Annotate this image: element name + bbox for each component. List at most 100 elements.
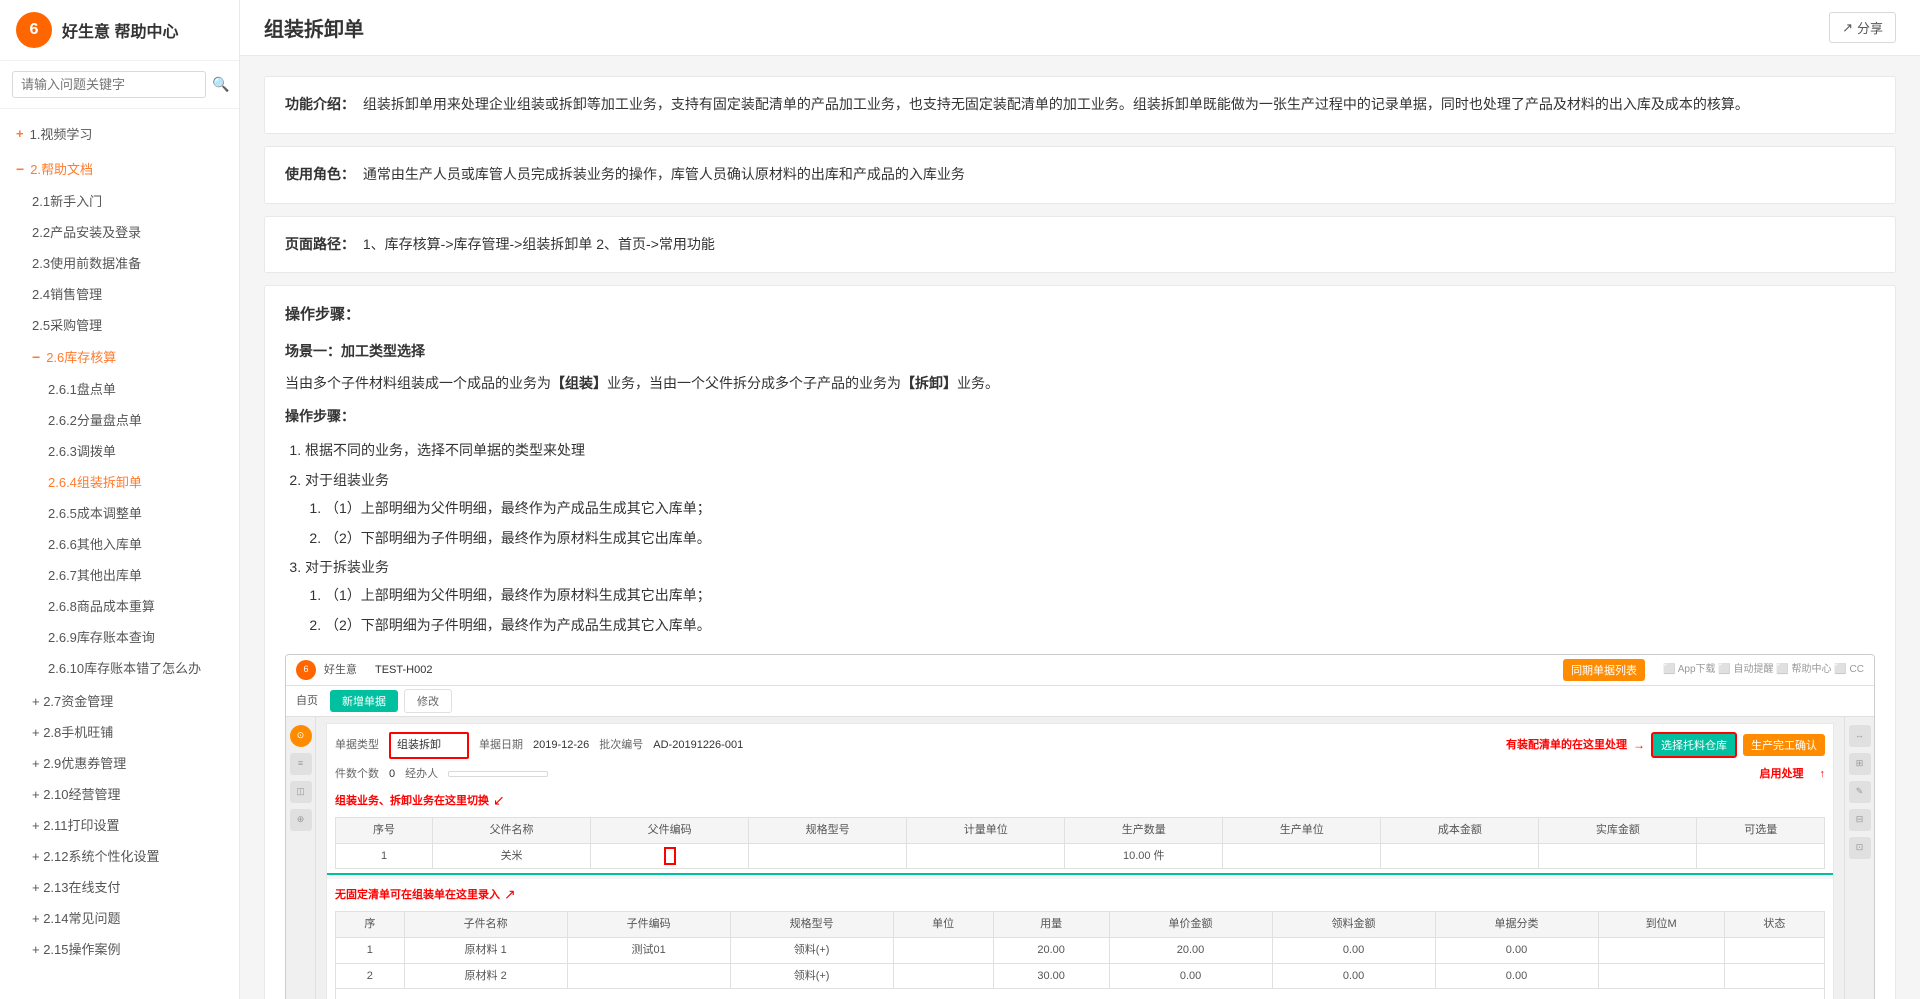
annotation2-text: 组装业务、拆卸业务在这里切换	[335, 792, 489, 811]
path-text: 1、库存核算->库存管理->组装拆卸单 2、首页->常用功能	[363, 236, 715, 252]
ss-lower-row-3	[336, 989, 1825, 999]
sidebar-item-2-6-3[interactable]: 2.6.3调拨单	[0, 435, 239, 466]
step2-sub-1: （1）上部明细为父件明细，最终作为产成品生成其它入库单；	[325, 497, 1875, 521]
ss-th-prod-qty: 生产数量	[1065, 818, 1223, 844]
operations-section: 操作步骤： 场景一：加工类型选择 当由多个子件材料组装成一个成品的业务为【组装】…	[264, 285, 1896, 999]
ss-lower-table: 序 子件名称 子件编码 规格型号 单位 用量 单价金额 领料金额	[335, 911, 1825, 999]
sidebar-item-2-6-9[interactable]: 2.6.9库存账本查询	[0, 621, 239, 652]
ss-th-actual: 实库金额	[1539, 818, 1697, 844]
step-3: 对于拆装业务 （1）上部明细为父件明细，最终作为原材料生成其它出库单； （2）下…	[305, 556, 1875, 637]
ss-upper-table: 序号 父件名称 父件编码 规格型号 计量单位 生产数量 生产单位 成本金额	[335, 817, 1825, 869]
ss-date-value: 2019-12-26	[533, 736, 589, 755]
search-box: 🔍	[0, 61, 239, 109]
topbar: 组装拆卸单 ↗ 分享	[240, 0, 1920, 56]
scenario-desc: 当由多个子件材料组装成一个成品的业务为【组装】业务，当由一个父件拆分成多个子产品…	[285, 372, 1875, 396]
sidebar-item-docs[interactable]: − 2.帮助文档	[0, 152, 239, 185]
step2-sub-2: （2）下部明细为子件明细，最终作为原材料生成其它出库单。	[325, 527, 1875, 551]
share-button[interactable]: ↗ 分享	[1829, 12, 1896, 43]
ss-person-input[interactable]	[448, 771, 548, 777]
ss-section-divider	[327, 873, 1833, 879]
ss-lower-row-1: 1 原材料 1 测试01 领料(+) 20.00 20.00 0.00	[336, 937, 1825, 963]
ss-confirm-btn[interactable]: 生产完工确认	[1743, 734, 1825, 756]
ss-date-label: 单据日期	[479, 736, 523, 755]
ss-type-label: 单据类型	[335, 736, 379, 755]
sidebar-item-2-15[interactable]: + 2.15操作案例	[0, 933, 239, 964]
ss-concurrent-btn[interactable]: 同期单据列表	[1563, 659, 1645, 681]
ss-lth-material: 领料金额	[1272, 912, 1435, 938]
ops-steps-subtitle: 操作步骤：	[285, 405, 1875, 429]
brand-title: 好生意 帮助中心	[62, 18, 178, 42]
sidebar-item-2-2[interactable]: 2.2产品安装及登录	[0, 216, 239, 247]
page-title: 组装拆卸单	[264, 13, 364, 42]
ss-tab-new[interactable]: 新增单据	[330, 690, 398, 712]
screenshot-container: 6 好生意 TEST-H002 同期单据列表 ⬜ App下载 ⬜ 自动提醒 ⬜ …	[285, 654, 1875, 999]
ss-nav: 自页 新增单据 修改	[286, 686, 1874, 717]
search-button[interactable]: 🔍	[212, 76, 229, 93]
ss-code-highlight	[664, 847, 676, 865]
sidebar-item-2-4[interactable]: 2.4销售管理	[0, 278, 239, 309]
sidebar-item-2-10[interactable]: + 2.10经营管理	[0, 778, 239, 809]
zuanzhuang-bold: 【组装】	[551, 375, 607, 391]
search-input[interactable]	[12, 71, 206, 98]
main: 组装拆卸单 ↗ 分享 功能介绍： 组装拆卸单用来处理企业组装或拆卸等加工业务，支…	[240, 0, 1920, 999]
sidebar-item-2-5[interactable]: 2.5采购管理	[0, 309, 239, 340]
annotation4-arrow: ↗	[504, 883, 516, 907]
sidebar-item-2-7[interactable]: + 2.7资金管理	[0, 685, 239, 716]
sidebar-item-2-6-10[interactable]: 2.6.10库存账本错了怎么办	[0, 652, 239, 683]
sidebar-item-2-12[interactable]: + 2.12系统个性化设置	[0, 840, 239, 871]
ss-tab-modify[interactable]: 修改	[404, 689, 452, 713]
sidebar-item-2-6-1[interactable]: 2.6.1盘点单	[0, 373, 239, 404]
annotation2-area: 组装业务、拆卸业务在这里切换 ↙	[335, 789, 1825, 813]
ss-upper-cell-actual	[1539, 843, 1697, 869]
annotation3-text: 启用处理	[1760, 765, 1804, 784]
sidebar-item-2-13[interactable]: + 2.13在线支付	[0, 871, 239, 902]
sidebar-item-2-1[interactable]: 2.1新手入门	[0, 185, 239, 216]
role-text: 通常由生产人员或库管人员完成拆装业务的操作，库管人员确认原材料的出库和产成品的入…	[363, 166, 965, 182]
ss-lr2-status	[1724, 963, 1824, 989]
sidebar-item-2-6-6[interactable]: 2.6.6其他入库单	[0, 528, 239, 559]
ss-lr1-code: 测试01	[567, 937, 730, 963]
sidebar-item-video-label: 1.视频学习	[30, 124, 93, 143]
sidebar-item-2-6-7[interactable]: 2.6.7其他出库单	[0, 559, 239, 590]
sidebar-item-2-6[interactable]: − 2.6库存核算	[0, 340, 239, 373]
step-2: 对于组装业务 （1）上部明细为父件明细，最终作为产成品生成其它入库单； （2）下…	[305, 469, 1875, 550]
ss-sidebar-right: ↔ ⊞ ✎ ⊟ ⊡	[1844, 717, 1874, 999]
sidebar-item-2-6-8[interactable]: 2.6.8商品成本重算	[0, 590, 239, 621]
ss-right-icon-1: ↔	[1849, 725, 1871, 747]
ss-lr2-code	[567, 963, 730, 989]
ss-lth-unit: 单位	[893, 912, 993, 938]
annotation1-area: 有装配清单的在这里处理 → 选择托料仓库 生产完工确认	[1506, 732, 1825, 758]
ss-brand: 好生意	[324, 661, 357, 680]
ss-lr1-price: 20.00	[1109, 937, 1272, 963]
ss-lr2-material: 0.00	[1272, 963, 1435, 989]
ss-lth-qty: 用量	[993, 912, 1109, 938]
ss-lr2-price: 0.00	[1109, 963, 1272, 989]
ss-lr2-arrive	[1598, 963, 1724, 989]
ss-lth-name: 子件名称	[404, 912, 567, 938]
ss-count-label: 件数个数	[335, 765, 379, 784]
nav-group-2-6: − 2.6库存核算 2.6.1盘点单 2.6.2分量盘点单 2.6.3调拨单 2…	[0, 340, 239, 683]
ss-type-value[interactable]: 组装拆卸	[389, 732, 469, 759]
ss-upper-cell-punit	[1223, 843, 1381, 869]
sidebar-item-video[interactable]: + 1.视频学习	[0, 117, 239, 150]
sidebar-item-2-6-4[interactable]: 2.6.4组装拆卸单	[0, 466, 239, 497]
sidebar-item-2-8[interactable]: + 2.8手机旺铺	[0, 716, 239, 747]
ss-main-body: 单据类型 组装拆卸 单据日期 2019-12-26 批次编号 AD-201912…	[316, 717, 1844, 999]
sidebar-item-2-3[interactable]: 2.3使用前数据准备	[0, 247, 239, 278]
step3-subs: （1）上部明细为父件明细，最终作为原材料生成其它出库单； （2）下部明细为子件明…	[305, 584, 1875, 638]
step-1: 根据不同的业务，选择不同单据的类型来处理	[305, 439, 1875, 463]
ss-upper-cell-seq: 1	[336, 843, 433, 869]
annotation1-arrow: →	[1633, 735, 1645, 755]
ss-sidebar-left: ⊙ ≡ ◫ ⊕	[286, 717, 316, 999]
sidebar-item-2-9[interactable]: + 2.9优惠券管理	[0, 747, 239, 778]
func-intro-label: 功能介绍：	[285, 96, 355, 112]
ss-choose-warehouse-btn[interactable]: 选择托料仓库	[1651, 732, 1737, 758]
sidebar-item-2-6-2[interactable]: 2.6.2分量盘点单	[0, 404, 239, 435]
ss-form-row-1: 单据类型 组装拆卸 单据日期 2019-12-26 批次编号 AD-201912…	[335, 732, 1825, 759]
ss-lr1-status	[1724, 937, 1824, 963]
sidebar-item-2-11[interactable]: + 2.11打印设置	[0, 809, 239, 840]
ss-lr1-material: 0.00	[1272, 937, 1435, 963]
ss-sidebar-icon-2: ≡	[290, 753, 312, 775]
sidebar-item-2-14[interactable]: + 2.14常见问题	[0, 902, 239, 933]
sidebar-item-2-6-5[interactable]: 2.6.5成本调整单	[0, 497, 239, 528]
